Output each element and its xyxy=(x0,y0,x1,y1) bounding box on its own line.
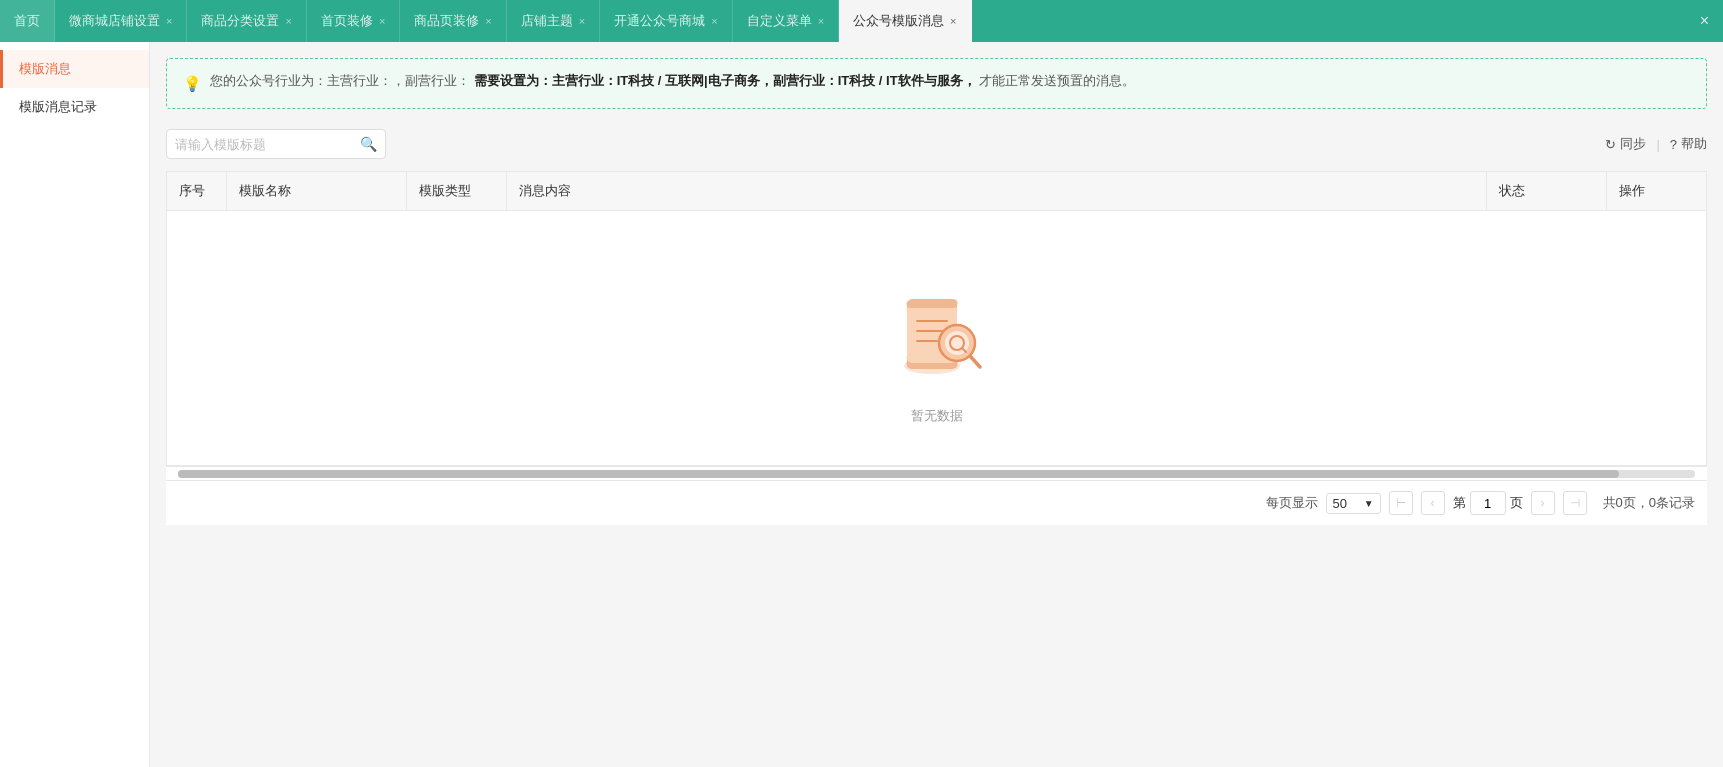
tab-product-category[interactable]: 商品分类设置 × xyxy=(187,0,306,42)
col-type: 模版类型 xyxy=(407,172,507,211)
tab-product-category-label: 商品分类设置 xyxy=(201,12,279,30)
sync-label: 同步 xyxy=(1620,135,1646,153)
empty-illustration xyxy=(877,271,997,391)
close-tab-shop-theme[interactable]: × xyxy=(579,16,585,27)
col-content: 消息内容 xyxy=(507,172,1487,211)
close-tab-wechat-shop[interactable]: × xyxy=(166,16,172,27)
notice-icon: 💡 xyxy=(183,72,202,96)
main-layout: 模版消息 模版消息记录 💡 您的公众号行业为：主营行业：，副营行业： 需要设置为… xyxy=(0,42,1723,767)
chevron-down-icon: ▼ xyxy=(1364,498,1374,509)
search-actions: ↻ 同步 | ? 帮助 xyxy=(1605,135,1707,153)
horizontal-scrollbar[interactable] xyxy=(166,466,1707,480)
data-table: 序号 模版名称 模版类型 消息内容 状态 操作 xyxy=(166,171,1707,466)
search-input-wrapper: 🔍 xyxy=(166,129,386,159)
content-area: 💡 您的公众号行业为：主营行业：，副营行业： 需要设置为：主营行业：IT科技 /… xyxy=(150,42,1723,767)
table-header-row: 序号 模版名称 模版类型 消息内容 状态 操作 xyxy=(167,172,1707,211)
sidebar-item-template-message-record-label: 模版消息记录 xyxy=(19,99,97,114)
close-tab-product-page-decor[interactable]: × xyxy=(485,16,491,27)
empty-text: 暂无数据 xyxy=(911,407,963,425)
tab-open-official[interactable]: 开通公众号商城 × xyxy=(600,0,732,42)
page-size-value: 50 xyxy=(1333,496,1347,511)
tab-homepage-decor[interactable]: 首页装修 × xyxy=(307,0,400,42)
total-info: 共0页，0条记录 xyxy=(1603,494,1695,512)
tab-homepage-decor-label: 首页装修 xyxy=(321,12,373,30)
page-size-select[interactable]: 50 ▼ xyxy=(1326,493,1381,514)
page-label-before: 第 xyxy=(1453,494,1466,512)
scrollbar-thumb[interactable] xyxy=(178,470,1619,478)
col-name: 模版名称 xyxy=(227,172,407,211)
pagination: 每页显示 50 ▼ ⊢ ‹ 第 页 › ⊣ 共0页，0条记录 xyxy=(166,480,1707,525)
search-bar: 🔍 ↻ 同步 | ? 帮助 xyxy=(166,129,1707,159)
tab-template-msg[interactable]: 公众号模版消息 × xyxy=(839,0,971,42)
tab-custom-menu-label: 自定义菜单 xyxy=(747,12,812,30)
divider: | xyxy=(1656,137,1659,152)
tab-open-official-label: 开通公众号商城 xyxy=(614,12,705,30)
sidebar: 模版消息 模版消息记录 xyxy=(0,42,150,767)
sidebar-item-template-message-record[interactable]: 模版消息记录 xyxy=(0,88,149,126)
first-page-button[interactable]: ⊢ xyxy=(1389,491,1413,515)
help-label: 帮助 xyxy=(1681,135,1707,153)
sidebar-item-template-message[interactable]: 模版消息 xyxy=(0,50,149,88)
col-status: 状态 xyxy=(1487,172,1607,211)
tab-shop-theme[interactable]: 店铺主题 × xyxy=(507,0,600,42)
close-tab-homepage-decor[interactable]: × xyxy=(379,16,385,27)
close-tab-product-category[interactable]: × xyxy=(285,16,291,27)
tab-custom-menu[interactable]: 自定义菜单 × xyxy=(733,0,839,42)
tab-wechat-shop[interactable]: 微商城店铺设置 × xyxy=(55,0,187,42)
search-icon-button[interactable]: 🔍 xyxy=(360,136,377,152)
tab-home-label: 首页 xyxy=(14,12,40,30)
svg-line-6 xyxy=(970,356,980,367)
empty-state: 暂无数据 xyxy=(167,211,1706,465)
prev-page-button[interactable]: ‹ xyxy=(1421,491,1445,515)
search-input[interactable] xyxy=(175,137,360,152)
top-nav: 首页 微商城店铺设置 × 商品分类设置 × 首页装修 × 商品页装修 × 店铺主… xyxy=(0,0,1723,42)
tab-home[interactable]: 首页 xyxy=(0,0,55,42)
notice-text: 您的公众号行业为：主营行业：，副营行业： 需要设置为：主营行业：IT科技 / 互… xyxy=(210,71,1135,92)
scrollbar-track xyxy=(178,470,1695,478)
close-tab-custom-menu[interactable]: × xyxy=(818,16,824,27)
close-all-button[interactable]: × xyxy=(1686,0,1723,42)
close-tab-template-msg[interactable]: × xyxy=(950,16,956,27)
sync-button[interactable]: ↻ 同步 xyxy=(1605,135,1646,153)
col-index: 序号 xyxy=(167,172,227,211)
page-number-input[interactable] xyxy=(1470,491,1506,515)
help-button[interactable]: ? 帮助 xyxy=(1670,135,1707,153)
tab-template-msg-label: 公众号模版消息 xyxy=(853,12,944,30)
close-tab-open-official[interactable]: × xyxy=(711,16,717,27)
sync-icon: ↻ xyxy=(1605,137,1616,152)
tab-wechat-shop-label: 微商城店铺设置 xyxy=(69,12,160,30)
last-page-button[interactable]: ⊣ xyxy=(1563,491,1587,515)
tab-shop-theme-label: 店铺主题 xyxy=(521,12,573,30)
notice-highlight: 需要设置为：主营行业：IT科技 / 互联网|电子商务，副营行业：IT科技 / I… xyxy=(474,73,976,88)
page-label-after: 页 xyxy=(1510,494,1523,512)
page-input-wrap: 第 页 xyxy=(1453,491,1523,515)
tab-product-page-decor-label: 商品页装修 xyxy=(414,12,479,30)
next-page-button[interactable]: › xyxy=(1531,491,1555,515)
col-action: 操作 xyxy=(1607,172,1707,211)
notice-prefix: 您的公众号行业为：主营行业：，副营行业： xyxy=(210,73,470,88)
page-size-label: 每页显示 xyxy=(1266,494,1318,512)
sidebar-item-template-message-label: 模版消息 xyxy=(19,61,71,76)
notice-suffix: 才能正常发送预置的消息。 xyxy=(979,73,1135,88)
notice-banner: 💡 您的公众号行业为：主营行业：，副营行业： 需要设置为：主营行业：IT科技 /… xyxy=(166,58,1707,109)
tab-product-page-decor[interactable]: 商品页装修 × xyxy=(400,0,506,42)
help-icon: ? xyxy=(1670,137,1677,152)
